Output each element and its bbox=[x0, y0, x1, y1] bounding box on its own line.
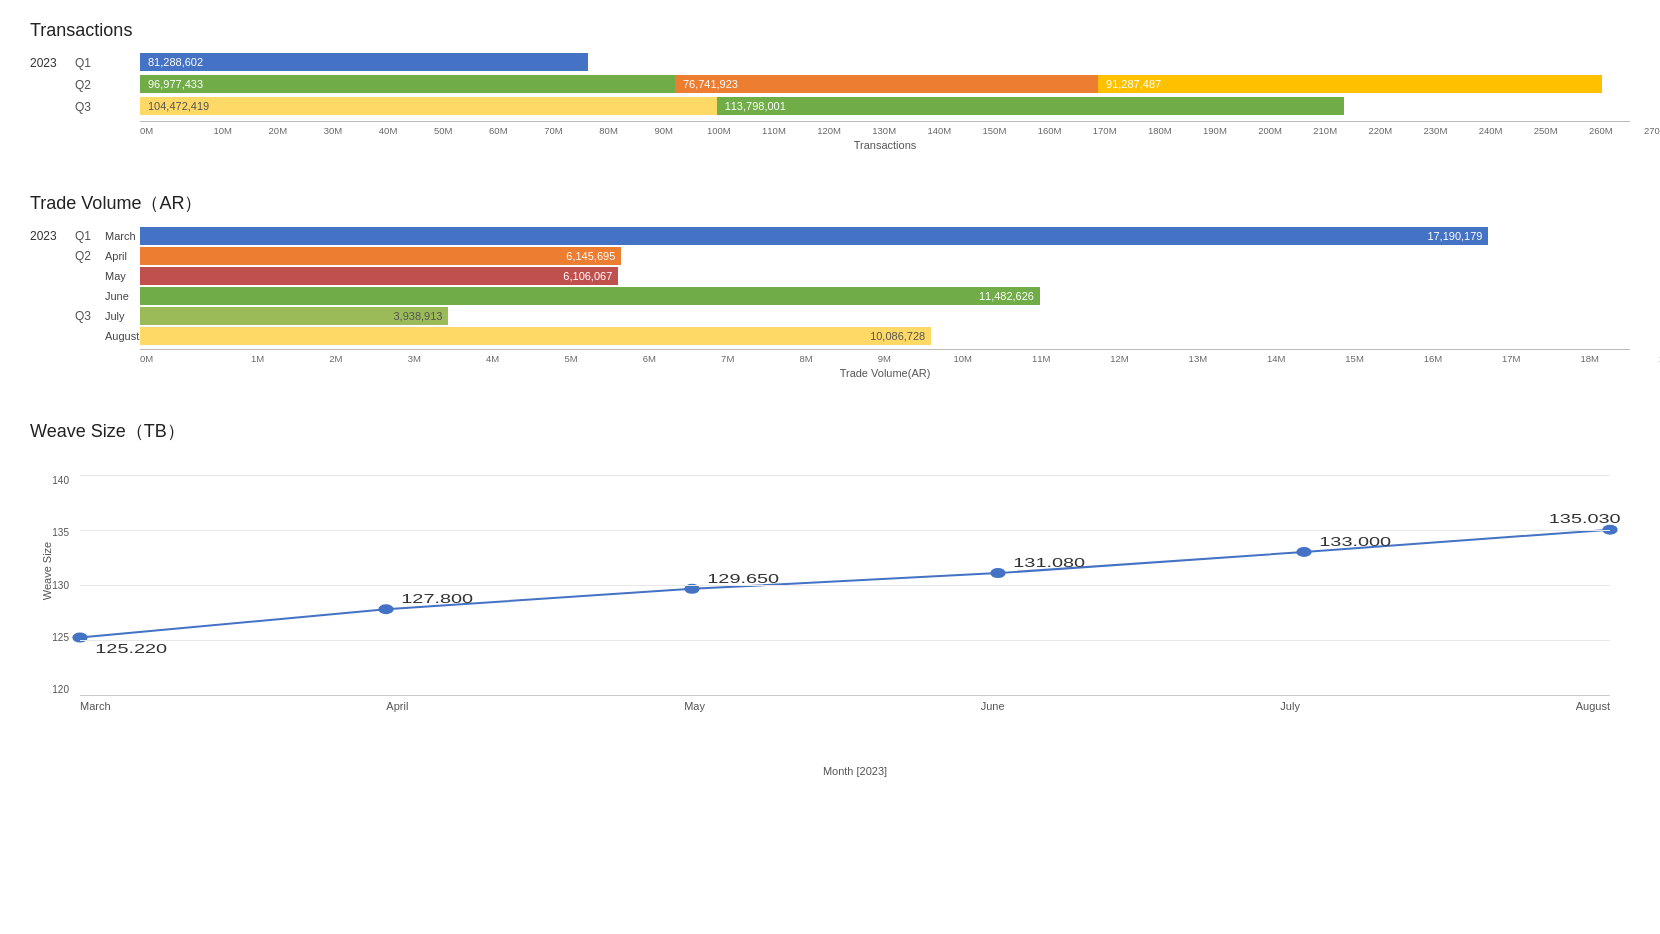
wv-y-120: 120 bbox=[52, 684, 69, 695]
weave-size-chart-container: 140 135 130 125 120 Weave Size bbox=[30, 455, 1630, 735]
tx-axis-ticks: 0M 10M 20M 30M 40M 50M 60M 70M 80M 90M 1… bbox=[140, 121, 1630, 136]
tx-tick-0: 0M bbox=[140, 125, 195, 136]
transactions-title: Transactions bbox=[30, 20, 1630, 41]
transactions-section: Transactions 2023 Q1 81,288,602 Q2 96,97… bbox=[30, 20, 1630, 151]
wv-y-125: 125 bbox=[52, 632, 69, 643]
wv-grid bbox=[80, 475, 1610, 695]
tx-tick-10: 10M bbox=[195, 125, 250, 136]
wv-x-august: August bbox=[1576, 700, 1610, 712]
tv-axis-label: Trade Volume(AR) bbox=[140, 367, 1630, 379]
tx-q2-label1: 96,977,433 bbox=[148, 78, 203, 90]
tx-q2-bar-area: 96,977,433 76,741,923 91,287,487 bbox=[140, 75, 1630, 95]
wv-x-axis-label: Month [2023] bbox=[80, 765, 1630, 777]
wv-x-june: June bbox=[981, 700, 1005, 712]
wv-x-labels: March April May June July August bbox=[80, 700, 1610, 712]
tv-bar-august: 10,086,728 bbox=[140, 327, 931, 345]
wv-chart-area: 125.220 127.800 129.650 131.080 133.000 … bbox=[80, 475, 1610, 695]
tx-q3-bar-area: 104,472,419 113,798,001 bbox=[140, 97, 1630, 117]
weave-size-section: Weave Size（TB） 140 135 130 125 120 Weave… bbox=[30, 419, 1630, 777]
tv-bar-march: 17,190,179 bbox=[140, 227, 1488, 245]
weave-size-title: Weave Size（TB） bbox=[30, 419, 1630, 443]
tx-q2-quarter: Q2 bbox=[75, 78, 105, 92]
trade-volume-section: Trade Volume（AR） 2023 Q1 March 17,190,17… bbox=[30, 191, 1630, 379]
tv-bar-july: 3,938,913 bbox=[140, 307, 448, 325]
tx-q3-quarter: Q3 bbox=[75, 100, 105, 114]
tv-bar-june: 11,482,626 bbox=[140, 287, 1040, 305]
tv-row-may: May 6,106,067 bbox=[30, 267, 1630, 285]
tv-row-july: Q3 July 3,938,913 bbox=[30, 307, 1630, 325]
tx-q3-bar2: 113,798,001 bbox=[717, 97, 1344, 115]
tx-q2-label2: 76,741,923 bbox=[683, 78, 738, 90]
tx-q3-bar1: 104,472,419 bbox=[140, 97, 717, 115]
tx-q3-label1: 104,472,419 bbox=[148, 100, 209, 112]
tv-bar-may: 6,106,067 bbox=[140, 267, 618, 285]
wv-x-march: March bbox=[80, 700, 111, 712]
tv-month-march: March bbox=[105, 230, 136, 242]
tx-q1-labels: 2023 Q1 bbox=[30, 56, 140, 70]
tx-year: 2023 bbox=[30, 56, 75, 70]
wv-x-april: April bbox=[386, 700, 408, 712]
tv-row-march: 2023 Q1 March 17,190,179 bbox=[30, 227, 1630, 245]
wv-y-130: 130 bbox=[52, 580, 69, 591]
tx-q2-bar2: 76,741,923 bbox=[675, 75, 1098, 93]
tv-bar-april: 6,145,695 bbox=[140, 247, 621, 265]
tx-q3-labels: Q3 bbox=[30, 100, 140, 114]
tv-year: 2023 bbox=[30, 229, 75, 243]
wv-x-july: July bbox=[1280, 700, 1300, 712]
tv-month-may: May bbox=[105, 270, 126, 282]
tx-q2-label3: 91,287,487 bbox=[1106, 78, 1161, 90]
tv-row-august: August 10,086,728 bbox=[30, 327, 1630, 345]
wv-x-may: May bbox=[684, 700, 705, 712]
tv-month-june: June bbox=[105, 290, 129, 302]
tv-axis-ticks: 0M 1M 2M 3M 4M 5M 6M 7M 8M 9M 10M 11M 12… bbox=[140, 349, 1630, 364]
tx-q2-bar1: 96,977,433 bbox=[140, 75, 675, 93]
wv-y-140: 140 bbox=[52, 475, 69, 486]
wv-y-label: Weave Size bbox=[41, 542, 53, 601]
tx-q1-bar: 81,288,602 bbox=[140, 53, 588, 71]
tx-q1-quarter: Q1 bbox=[75, 56, 105, 70]
tv-row-april: Q2 April 6,145,695 bbox=[30, 247, 1630, 265]
tx-q2-labels: Q2 bbox=[30, 78, 140, 92]
tv-month-april: April bbox=[105, 250, 127, 262]
wv-y-135: 135 bbox=[52, 527, 69, 538]
tv-month-july: July bbox=[105, 310, 125, 322]
tx-q1-bar-area: 81,288,602 bbox=[140, 53, 1630, 73]
tx-q1-label: 81,288,602 bbox=[148, 56, 203, 68]
tv-month-august: August bbox=[105, 330, 139, 342]
trade-volume-title: Trade Volume（AR） bbox=[30, 191, 1630, 215]
tx-q2-bar3: 91,287,487 bbox=[1098, 75, 1602, 93]
tx-q3-label2: 113,798,001 bbox=[725, 100, 786, 112]
tx-axis-label: Transactions bbox=[140, 139, 1630, 151]
tv-row-june: June 11,482,626 bbox=[30, 287, 1630, 305]
